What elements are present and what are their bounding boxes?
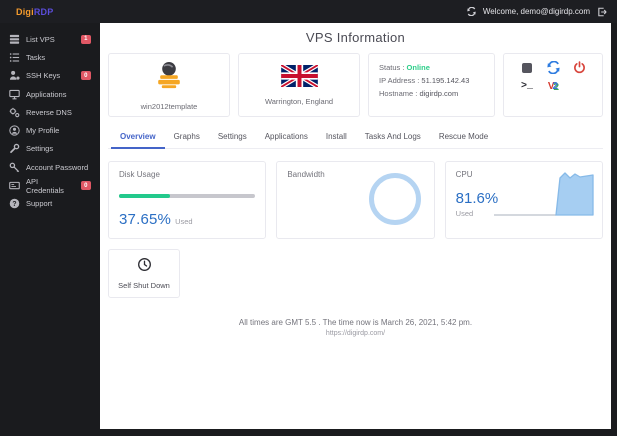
sidebar-item-account-password[interactable]: Account Password (0, 158, 100, 176)
refresh-icon[interactable] (546, 61, 560, 74)
actions-grid: >_ V2 (514, 61, 592, 92)
tab-graphs[interactable]: Graphs (165, 128, 209, 148)
uk-flag (279, 62, 319, 92)
brand-logo-part1: Digi (16, 6, 34, 17)
sidebar-item-label: My Profile (26, 126, 60, 136)
status-line: Status : Online (379, 62, 484, 75)
sidebar: List VPS 1 Tasks SSH Keys 0 Applications… (0, 23, 100, 436)
ip-value: 51.195.142.43 (421, 75, 470, 85)
key-icon (9, 162, 20, 173)
sidebar-item-label: Tasks (26, 52, 46, 62)
sync-icon[interactable] (467, 7, 476, 16)
location-card: Warrington, England (238, 53, 360, 117)
task-list-icon (9, 52, 20, 63)
brand-logo-part2: RDP (33, 6, 54, 17)
sidebar-item-label: API Credentials (26, 176, 64, 195)
tab-bar: Overview Graphs Settings Applications In… (108, 128, 603, 149)
sidebar-item-reverse-dns[interactable]: Reverse DNS (0, 103, 100, 121)
topbar: DigiRDP Welcome, demo@digirdp.com (0, 0, 617, 23)
status-label: Status : (379, 63, 405, 72)
self-shutdown-label: Self Shut Down (118, 281, 170, 290)
sidebar-item-label: List VPS (26, 34, 55, 44)
status-card: Status : Online IP Address : 51.195.142.… (368, 53, 495, 117)
tab-applications[interactable]: Applications (256, 128, 317, 148)
console-icon[interactable]: >_ (521, 81, 533, 92)
sidebar-badge: 0 (80, 181, 91, 191)
footer: All times are GMT 5.5 . The time now is … (108, 318, 603, 337)
user-key-icon (9, 70, 20, 81)
vnc-console-icon[interactable]: V2 (548, 80, 559, 92)
bandwidth-card: Bandwidth (276, 161, 435, 239)
ip-line: IP Address : 51.195.142.43 (379, 75, 484, 88)
sidebar-item-tasks[interactable]: Tasks (0, 48, 100, 66)
sidebar-item-label: Reverse DNS (26, 107, 72, 117)
disk-percent: 37.65% (119, 211, 172, 228)
id-card-icon (9, 180, 20, 191)
gears-icon (9, 107, 20, 118)
sidebar-item-label: SSH Keys (26, 71, 61, 81)
tab-rescue-mode[interactable]: Rescue Mode (430, 128, 497, 148)
sidebar-item-ssh-keys[interactable]: SSH Keys 0 (0, 67, 100, 85)
sidebar-item-my-profile[interactable]: My Profile (0, 121, 100, 139)
wrench-icon (9, 143, 20, 154)
tab-install[interactable]: Install (317, 128, 356, 148)
vnc-letter-2: 2 (552, 80, 559, 92)
server-template-icon (153, 60, 185, 97)
sidebar-item-label: Applications (26, 89, 67, 99)
info-card-row: win2012template Warrington, England Stat… (108, 53, 603, 117)
tab-overview[interactable]: Overview (111, 128, 165, 149)
app-window: DigiRDP Welcome, demo@digirdp.com List V… (0, 0, 617, 436)
sidebar-item-list-vps[interactable]: List VPS 1 (0, 30, 100, 48)
page-title: VPS Information (305, 30, 406, 45)
disk-usage-label: Disk Usage (119, 170, 160, 179)
sidebar-item-label: Settings (26, 144, 54, 154)
topbar-right: Welcome, demo@digirdp.com (467, 7, 607, 17)
sidebar-badge: 1 (80, 34, 91, 44)
location-name: Warrington, England (264, 96, 334, 106)
stop-icon[interactable] (522, 62, 532, 73)
sidebar-badge: 0 (80, 71, 91, 81)
clock-icon (137, 257, 152, 277)
disk-progress-track (119, 194, 256, 198)
ip-label: IP Address : (379, 75, 420, 85)
sidebar-item-settings[interactable]: Settings (0, 140, 100, 158)
question-circle-icon: ? (9, 198, 20, 209)
cpu-area-chart (492, 165, 596, 230)
hostname-label: Hostname : (379, 88, 418, 98)
template-card: win2012template (108, 53, 230, 117)
disk-usage-card: Disk Usage 37.65% Used (108, 161, 267, 239)
actions-card: >_ V2 (503, 53, 603, 117)
tab-tasks-and-logs[interactable]: Tasks And Logs (356, 128, 430, 148)
hostname-line: Hostname : digirdp.com (379, 88, 484, 101)
disk-used-label: Used (175, 217, 193, 226)
sidebar-item-support[interactable]: ? Support (0, 195, 100, 213)
cpu-card: CPU 81.6% Used (444, 161, 603, 239)
power-icon[interactable] (573, 61, 586, 74)
svg-text:?: ? (12, 201, 16, 208)
logout-icon[interactable] (597, 7, 607, 17)
stats-row: Disk Usage 37.65% Used Bandwidth CPU 81.… (108, 161, 603, 239)
sidebar-item-label: Account Password (26, 162, 89, 172)
sidebar-item-label: Support (26, 199, 53, 209)
self-shutdown-button[interactable]: Self Shut Down (108, 249, 180, 298)
bandwidth-donut-chart (368, 173, 421, 225)
user-circle-icon (9, 125, 20, 136)
sidebar-item-applications[interactable]: Applications (0, 85, 100, 103)
status-value: Online (406, 63, 430, 72)
brand-logo[interactable]: DigiRDP (16, 7, 53, 17)
tab-settings[interactable]: Settings (209, 128, 256, 148)
main-panel: VPS Information win2012template Warringt… (100, 23, 611, 429)
sidebar-item-api-credentials[interactable]: API Credentials 0 (0, 176, 100, 195)
footer-site-link[interactable]: https://digirdp.com/ (108, 330, 603, 337)
footer-time-text: All times are GMT 5.5 . The time now is … (238, 318, 473, 327)
disk-progress-fill (119, 194, 171, 198)
template-name: win2012template (140, 101, 198, 111)
disk-percent-row: 37.65% Used (119, 211, 255, 228)
hostname-value: digirdp.com (419, 88, 459, 98)
server-list-icon (9, 34, 20, 45)
monitor-icon (9, 89, 20, 100)
welcome-text: Welcome, demo@digirdp.com (482, 7, 590, 16)
